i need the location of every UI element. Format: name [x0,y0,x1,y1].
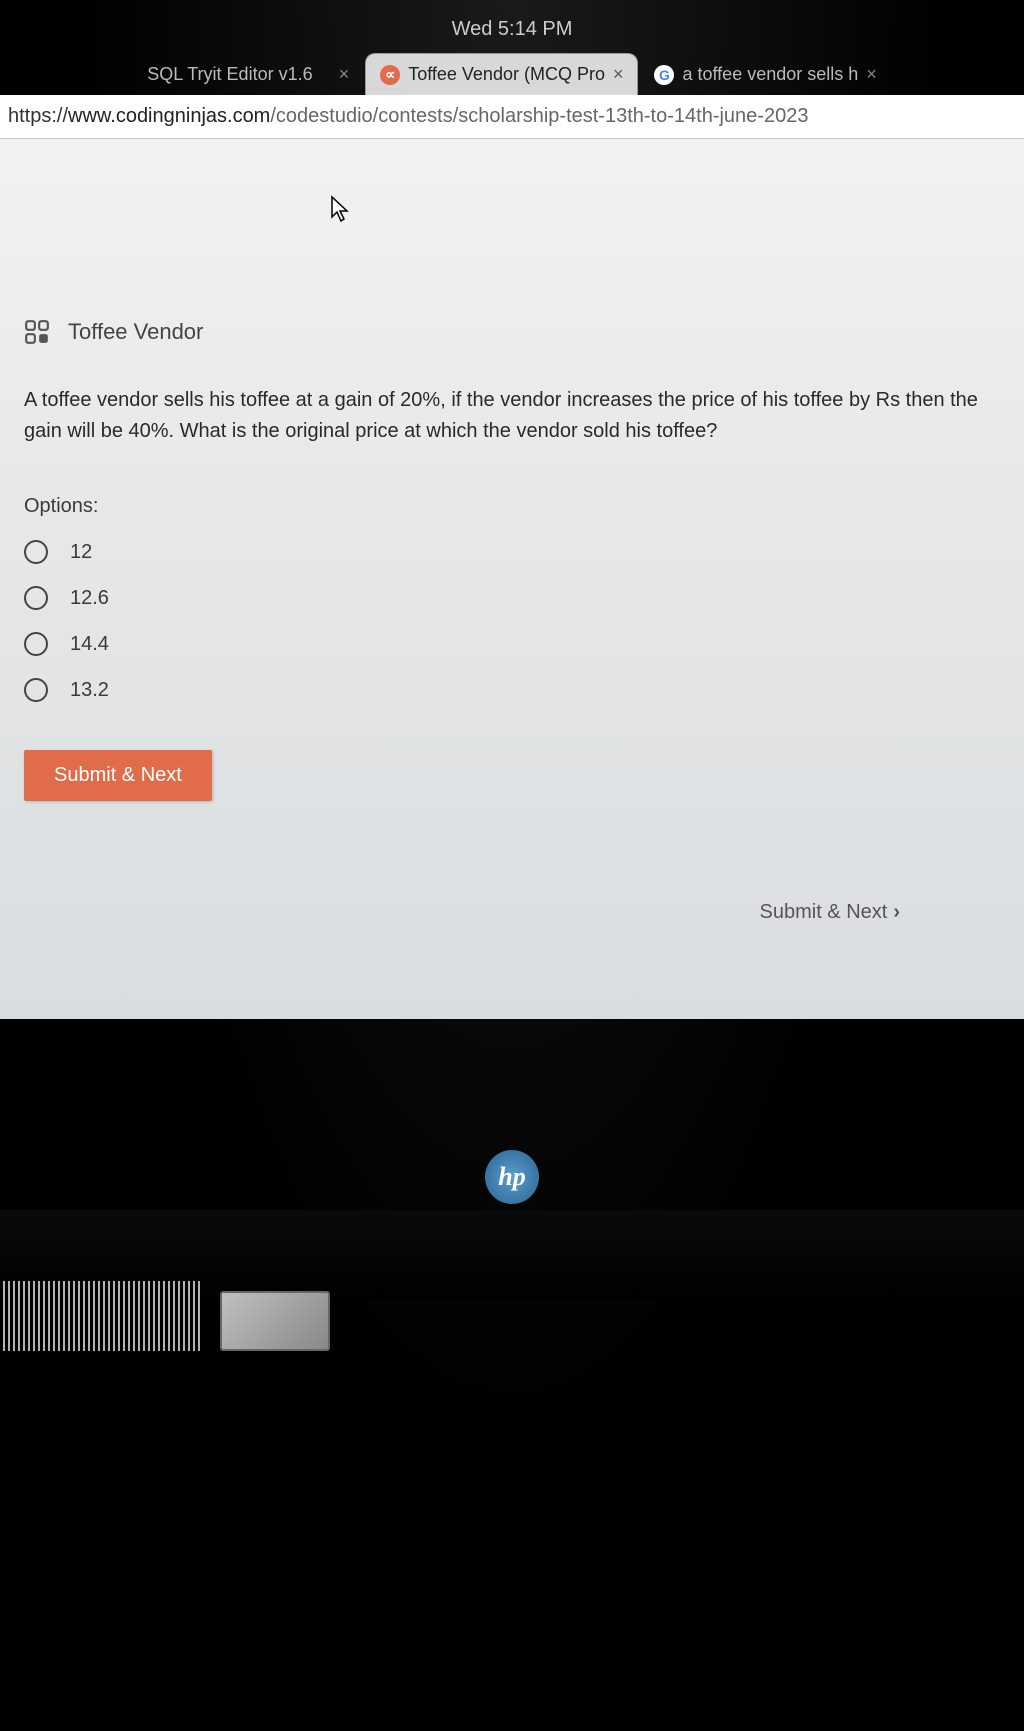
option-text: 13.2 [70,679,109,702]
options-list: 12 12.6 14.4 13.2 [24,540,1000,702]
laptop-sticker [220,1291,330,1351]
submit-next-link[interactable]: Submit & Next› [760,901,901,923]
google-favicon-icon: G [654,65,674,85]
radio-icon[interactable] [24,586,48,610]
option-row-2[interactable]: 12.6 [24,586,1000,610]
url-path: /codestudio/contests/scholarship-test-13… [270,105,808,127]
tab-toffee-vendor[interactable]: ∝ Toffee Vendor (MCQ Pro × [365,53,638,95]
radio-icon[interactable] [24,678,48,702]
hp-logo-icon: hp [485,1150,539,1204]
bottom-nav: Submit & Next› [24,901,1000,924]
chevron-right-icon: › [893,901,900,923]
question-body: A toffee vendor sells his toffee at a ga… [24,385,1000,447]
close-icon[interactable]: × [866,64,877,85]
tab-title: a toffee vendor sells h [682,64,858,85]
url-domain: www.codingninjas.com [68,105,270,127]
option-row-1[interactable]: 12 [24,540,1000,564]
radio-icon[interactable] [24,540,48,564]
codingninjas-favicon-icon: ∝ [380,65,400,85]
tab-sql-tryit[interactable]: SQL Tryit Editor v1.6 × [133,54,363,95]
page-content: Toffee Vendor A toffee vendor sells his … [0,139,1024,1019]
tab-title: SQL Tryit Editor v1.6 [147,64,330,85]
option-text: 12 [70,541,92,564]
question-header: Toffee Vendor [24,319,1000,345]
submit-next-button[interactable]: Submit & Next [24,750,212,801]
system-time: Wed 5:14 PM [452,18,573,40]
url-prefix: https:// [8,105,68,127]
browser-tab-strip: SQL Tryit Editor v1.6 × ∝ Toffee Vendor … [0,49,1024,95]
option-text: 12.6 [70,587,109,610]
question-title: Toffee Vendor [68,319,203,345]
radio-icon[interactable] [24,632,48,656]
close-icon[interactable]: × [613,64,624,85]
option-text: 14.4 [70,633,109,656]
browser-address-bar[interactable]: https://www.codingninjas.com/codestudio/… [0,95,1024,139]
tab-google-search[interactable]: G a toffee vendor sells h × [640,54,890,95]
apps-grid-icon [24,319,50,345]
option-row-3[interactable]: 14.4 [24,632,1000,656]
barcode-artifact [0,1281,200,1351]
options-label: Options: [24,495,1000,518]
close-icon[interactable]: × [339,64,350,85]
option-row-4[interactable]: 13.2 [24,678,1000,702]
system-status-bar: Wed 5:14 PM [0,0,1024,49]
tab-title: Toffee Vendor (MCQ Pro [408,64,605,85]
